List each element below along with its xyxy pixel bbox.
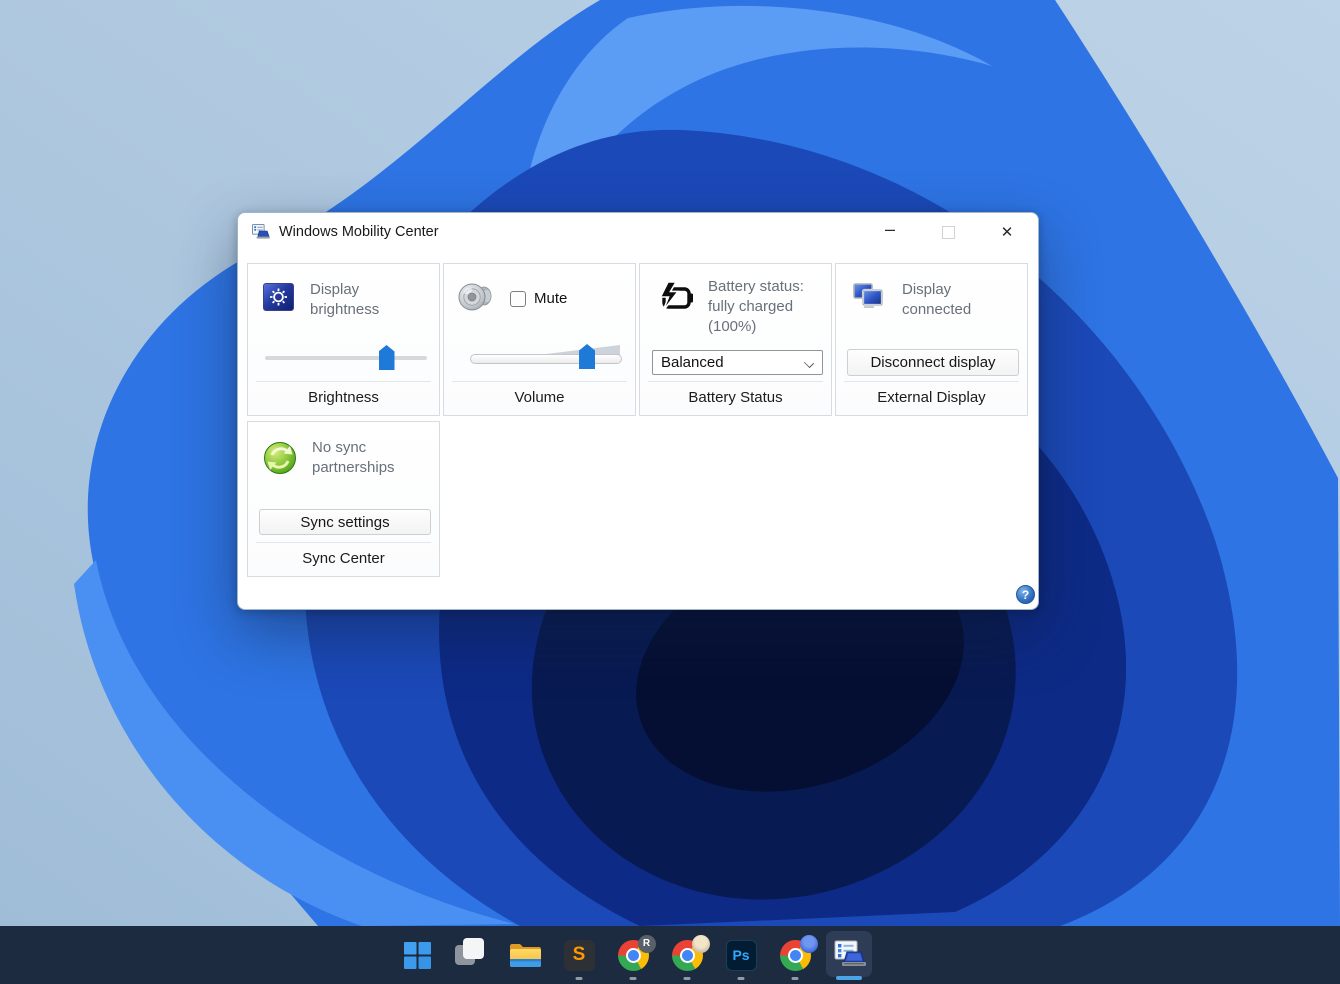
maximize-button[interactable] [929,213,967,251]
running-indicator [683,977,691,980]
brightness-slider-track[interactable] [265,356,427,360]
minimize-button[interactable]: – [871,213,909,251]
brightness-slider[interactable] [265,344,427,371]
power-plan-select[interactable]: Balanced [652,350,823,375]
disconnect-display-button[interactable]: Disconnect display [847,349,1019,376]
mute-row[interactable]: Mute [510,290,567,307]
file-explorer-icon [509,944,541,967]
sync-settings-button[interactable]: Sync settings [259,509,431,535]
battery-icon [659,281,693,312]
display-footer: External Display [844,381,1019,415]
photoshop-icon: Ps [725,939,757,971]
profile-avatar-badge [691,934,710,953]
running-indicator [629,977,637,980]
speaker-icon [458,283,492,311]
running-indicator [791,977,799,980]
tile-sync: No sync partnerships Sync settings Sync … [247,421,440,577]
sync-icon [264,442,296,474]
brightness-slider-handle[interactable] [378,345,395,370]
brightness-footer: Brightness [256,381,431,415]
mute-checkbox[interactable] [510,290,526,307]
taskbar-icon-group: S R Ps [390,926,876,984]
chrome-core [789,949,801,961]
brightness-icon [263,283,294,311]
chrome-profile-3-button[interactable] [768,926,822,984]
battery-heading: Battery status: fully charged (100%) [708,278,804,335]
task-view-button[interactable] [444,926,498,984]
mobility-center-window: Windows Mobility Center – ✕ Display brig… [237,212,1039,610]
running-indicator [737,977,745,980]
file-explorer-button[interactable] [498,926,552,984]
tile-external-display: Display connected Disconnect display Ext… [835,263,1028,416]
chrome-icon [671,934,710,971]
chrome-icon [779,934,818,971]
brightness-heading: Display brightness [310,281,380,318]
volume-slider-track[interactable] [470,354,622,364]
chrome-core [627,949,639,961]
taskbar: S R Ps [0,926,1340,984]
chrome-icon: R [617,934,656,971]
window-title: Windows Mobility Center [279,224,439,240]
tile-brightness: Display brightness Brightness [247,263,440,416]
running-indicator [575,977,583,980]
mobility-center-taskbar-button[interactable] [822,926,876,984]
chrome-profile-2-button[interactable] [660,926,714,984]
chrome-core [681,949,693,961]
maximize-box-glyph [941,225,955,239]
help-button[interactable]: ? [1016,585,1035,604]
sublime-text-button[interactable]: S [552,926,606,984]
tile-volume: Mute Volume [443,263,636,416]
mobility-center-icon [834,940,866,966]
volume-footer: Volume [452,381,627,415]
profile-avatar-badge [799,934,818,953]
titlebar[interactable]: Windows Mobility Center – ✕ [238,213,1038,251]
sync-footer: Sync Center [256,542,431,576]
profile-badge-r: R [637,934,656,953]
mute-label: Mute [534,290,568,307]
chrome-profile-r-button[interactable]: R [606,926,660,984]
photoshop-button[interactable]: Ps [714,926,768,984]
close-button[interactable]: ✕ [988,213,1026,251]
volume-slider-handle[interactable] [579,344,596,369]
power-plan-value: Balanced [661,354,724,371]
display-heading: Display connected [902,281,972,318]
active-running-indicator [836,976,862,980]
battery-footer: Battery Status [648,381,823,415]
mobility-center-icon [252,224,270,239]
start-button[interactable] [390,926,444,984]
sublime-text-icon: S [563,939,595,971]
desktop: { "window": { "title": "Windows Mobility… [0,0,1340,984]
start-icon [403,941,431,969]
volume-slider[interactable] [470,343,622,370]
sync-heading: No sync partnerships [312,439,395,476]
task-view-icon-front [463,938,484,959]
external-display-icon [853,283,884,308]
tile-battery: Battery status: fully charged (100%) Bal… [639,263,832,416]
chevron-down-icon [803,357,815,369]
